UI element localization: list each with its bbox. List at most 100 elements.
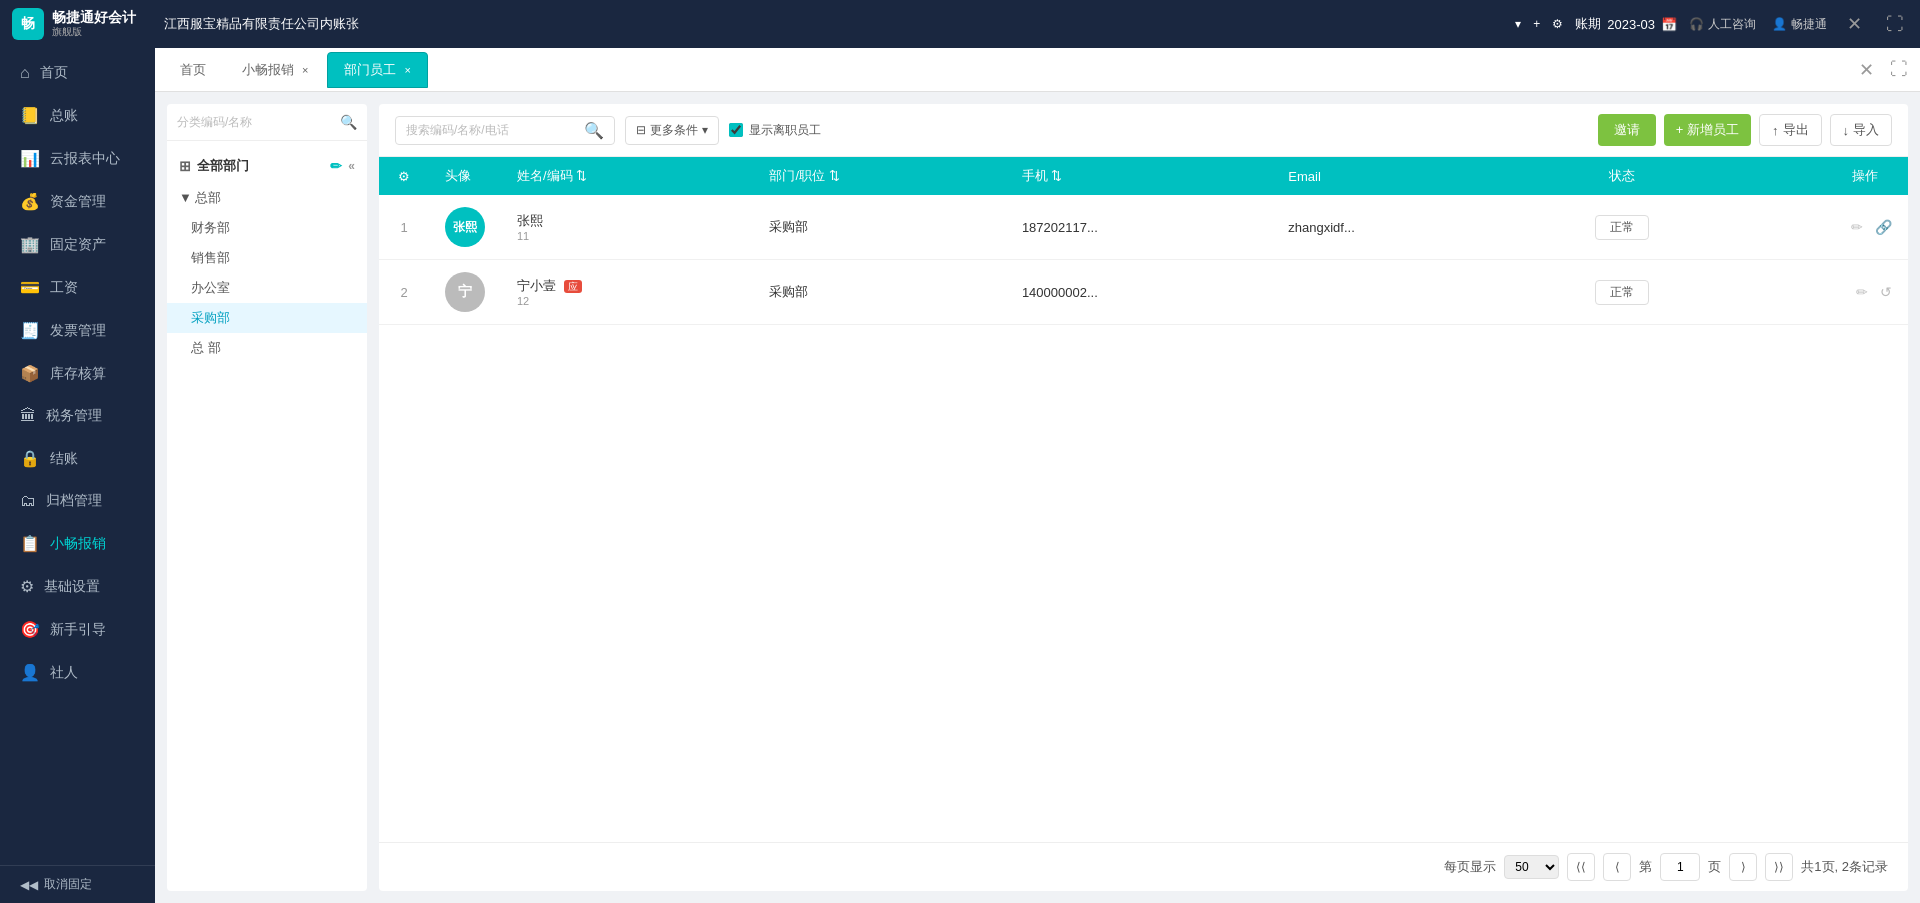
tab-dept-employee[interactable]: 部门员工 × <box>327 52 427 88</box>
add-employee-btn[interactable]: + 新增员工 <box>1664 114 1751 146</box>
period-value: 2023-03 <box>1607 17 1655 32</box>
sidebar-item-funds[interactable]: 💰 资金管理 <box>0 180 155 223</box>
employee-table-container: ⚙ 头像 姓名/编码 ⇅ 部门/职位 ⇅ <box>379 157 1908 842</box>
dept-item-general[interactable]: 总 部 <box>167 333 367 363</box>
row1-edit-icon[interactable]: ✏ <box>1851 219 1863 235</box>
show-resigned-text: 显示离职员工 <box>749 122 821 139</box>
tab-bar: 首页 小畅报销 × 部门员工 × ✕ ⛶ <box>155 48 1920 92</box>
sidebar-item-archive[interactable]: 🗂 归档管理 <box>0 480 155 522</box>
employee-search-box: 🔍 <box>395 116 615 145</box>
tab-home[interactable]: 首页 <box>163 52 223 88</box>
sidebar-item-expense[interactable]: 📋 小畅报销 <box>0 522 155 565</box>
row2-email <box>1272 260 1515 325</box>
company-dropdown[interactable]: ▾ <box>1515 17 1521 31</box>
status-badge-1: 正常 <box>1595 215 1649 240</box>
row1-code: 11 <box>517 230 737 242</box>
first-page-btn[interactable]: ⟨⟨ <box>1567 853 1595 881</box>
dept-item-office[interactable]: 办公室 <box>167 273 367 303</box>
row1-link-icon[interactable]: 🔗 <box>1875 219 1892 235</box>
row2-num: 2 <box>379 260 429 325</box>
tab-close-icon[interactable]: ✕ <box>1855 55 1878 85</box>
dept-item-hq[interactable]: ▼ 总部 <box>167 183 367 213</box>
page-size-select[interactable]: 50 10 20 100 <box>1504 855 1559 879</box>
dept-collapse-icon[interactable]: « <box>348 159 355 173</box>
dept-item-purchase[interactable]: 采购部 <box>167 303 367 333</box>
filter-icon: ⊟ <box>636 123 646 137</box>
import-btn[interactable]: ↓ 导入 <box>1830 114 1893 146</box>
top-bar: 畅 畅捷通好会计 旗舰版 江西服宝精品有限责任公司内账张 ▾ + ⚙ 账期 20… <box>0 0 1920 48</box>
sidebar-item-settings[interactable]: ⚙ 基础设置 <box>0 565 155 608</box>
tab-expense-close[interactable]: × <box>302 64 308 76</box>
prev-page-btn[interactable]: ⟨ <box>1603 853 1631 881</box>
sidebar-item-label: 归档管理 <box>46 492 102 510</box>
sidebar-item-tax[interactable]: 🏛 税务管理 <box>0 395 155 437</box>
unpin-btn[interactable]: ◀◀ 取消固定 <box>0 865 155 903</box>
row2-refresh-icon[interactable]: ↺ <box>1880 284 1892 300</box>
sidebar-item-assets[interactable]: 🏢 固定资产 <box>0 223 155 266</box>
employee-search-input[interactable] <box>406 123 578 137</box>
show-resigned-label[interactable]: 显示离职员工 <box>729 122 821 139</box>
page-unit: 页 <box>1708 858 1721 876</box>
right-panel: 🔍 ⊟ 更多条件 ▾ 显示离职员工 邀请 + 新增员工 <box>379 104 1908 891</box>
row2-name-cell: 宁小壹 应 12 <box>501 260 753 325</box>
tab-dept-employee-close[interactable]: × <box>404 64 410 76</box>
grid-icon: ⊞ <box>179 158 191 174</box>
dept-edit-icon[interactable]: ✏ <box>330 158 342 174</box>
tab-expand-icon[interactable]: ⛶ <box>1886 55 1912 85</box>
filter-btn[interactable]: ⊟ 更多条件 ▾ <box>625 116 719 145</box>
sidebar-item-label: 首页 <box>40 64 68 82</box>
sidebar-item-guide[interactable]: 🎯 新手引导 <box>0 608 155 651</box>
dept-all-item[interactable]: ⊞ 全部部门 ✏ « <box>167 149 367 183</box>
service-btn[interactable]: 🎧 人工咨询 <box>1689 16 1756 33</box>
page-input[interactable] <box>1660 853 1700 881</box>
sidebar-item-home[interactable]: ⌂ 首页 <box>0 52 155 94</box>
reports-icon: 📊 <box>20 149 40 168</box>
assets-icon: 🏢 <box>20 235 40 254</box>
sidebar-item-closing[interactable]: 🔒 结账 <box>0 437 155 480</box>
user-area[interactable]: 👤 畅捷通 <box>1772 16 1827 33</box>
row1-name-cell: 张熙 11 <box>501 195 753 260</box>
inventory-icon: 📦 <box>20 364 40 383</box>
row1-email: zhangxidf... <box>1272 195 1515 260</box>
dept-general-label: 总 部 <box>191 340 221 355</box>
col-dept[interactable]: 部门/职位 ⇅ <box>753 157 1005 195</box>
sidebar-item-invoice[interactable]: 🧾 发票管理 <box>0 309 155 352</box>
settings-btn[interactable]: ⚙ <box>1552 17 1563 31</box>
app-name: 畅捷通好会计 <box>52 9 136 26</box>
sidebar-item-salary[interactable]: 💳 工资 <box>0 266 155 309</box>
dept-search-input[interactable] <box>177 115 340 129</box>
closing-icon: 🔒 <box>20 449 40 468</box>
avatar2: 宁 <box>445 272 485 312</box>
page-size-label: 每页显示 <box>1444 858 1496 876</box>
show-resigned-checkbox[interactable] <box>729 123 743 137</box>
last-page-btn[interactable]: ⟩⟩ <box>1765 853 1793 881</box>
window-close-btn[interactable]: ✕ <box>1843 9 1866 39</box>
dept-item-sales[interactable]: 销售部 <box>167 243 367 273</box>
tab-expense[interactable]: 小畅报销 × <box>225 52 325 88</box>
window-expand-btn[interactable]: ⛶ <box>1882 10 1908 39</box>
invite-btn[interactable]: 邀请 <box>1598 114 1656 146</box>
period-area: 账期 2023-03 📅 <box>1575 15 1677 33</box>
dept-item-finance[interactable]: 财务部 <box>167 213 367 243</box>
sidebar-item-user[interactable]: 👤 社人 <box>0 651 155 694</box>
col-name[interactable]: 姓名/编码 ⇅ <box>501 157 753 195</box>
dept-search-icon[interactable]: 🔍 <box>340 114 357 130</box>
employee-search-icon[interactable]: 🔍 <box>584 121 604 140</box>
home-icon: ⌂ <box>20 64 30 82</box>
row2-edit-icon[interactable]: ✏ <box>1856 284 1868 300</box>
calendar-icon[interactable]: 📅 <box>1661 17 1677 32</box>
sidebar-item-reports[interactable]: 📊 云报表中心 <box>0 137 155 180</box>
page-label: 第 <box>1639 858 1652 876</box>
col-phone[interactable]: 手机 ⇅ <box>1006 157 1272 195</box>
sidebar-item-label: 税务管理 <box>46 407 102 425</box>
export-label: 导出 <box>1783 121 1809 139</box>
filter-label: 更多条件 <box>650 122 698 139</box>
add-company-btn[interactable]: + <box>1533 17 1540 31</box>
next-page-btn[interactable]: ⟩ <box>1729 853 1757 881</box>
col-settings[interactable]: ⚙ <box>379 157 429 195</box>
export-btn[interactable]: ↑ 导出 <box>1759 114 1822 146</box>
avatar1: 张熙 <box>445 207 485 247</box>
sidebar-item-inventory[interactable]: 📦 库存核算 <box>0 352 155 395</box>
logo-area: 畅 畅捷通好会计 旗舰版 <box>12 8 152 40</box>
sidebar-item-ledger[interactable]: 📒 总账 <box>0 94 155 137</box>
